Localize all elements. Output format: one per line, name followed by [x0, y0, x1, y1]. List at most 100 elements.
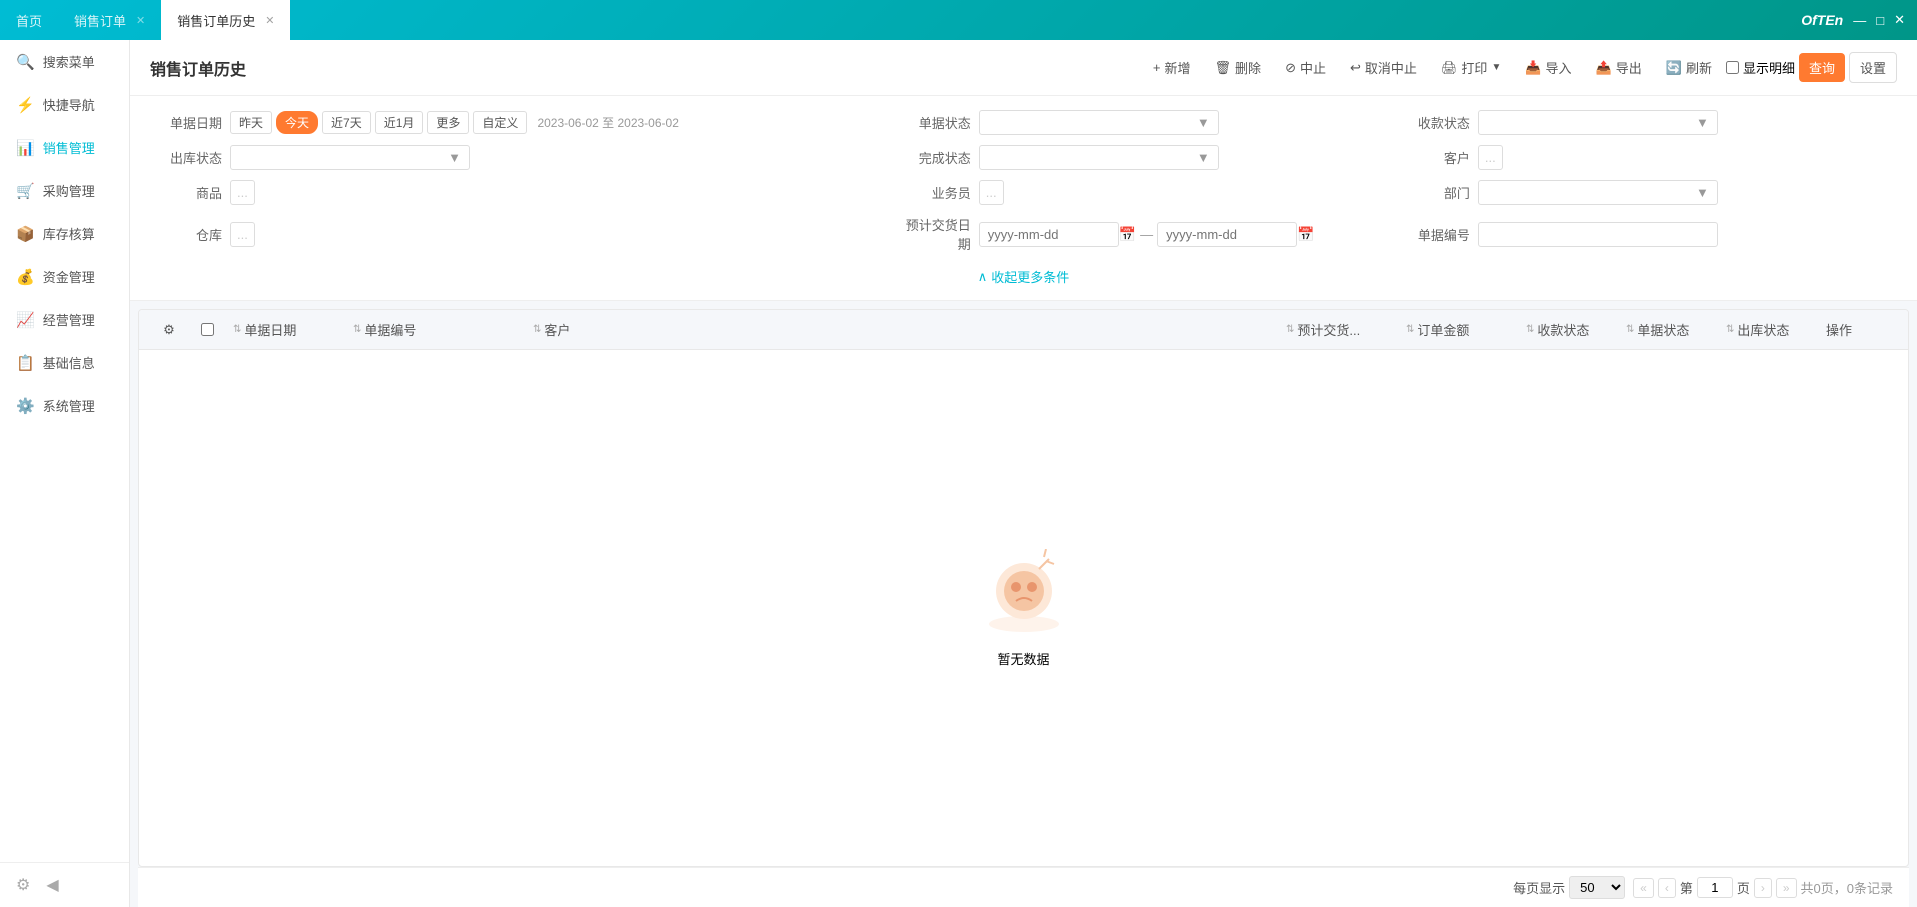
search-menu-icon: 🔍	[16, 53, 35, 71]
refresh-button[interactable]: 🔄 刷新	[1656, 53, 1722, 82]
date-last1month-btn[interactable]: 近1月	[375, 111, 424, 134]
print-button[interactable]: 🖨 打印 ▼	[1431, 53, 1511, 82]
th-doc-status[interactable]: ⇅ 单据状态	[1618, 320, 1718, 339]
inventory-icon: 📦	[16, 225, 35, 243]
customer-picker-btn[interactable]: ...	[1478, 145, 1503, 170]
date-more-btn[interactable]: 更多	[427, 111, 469, 134]
sidebar-item-sys-mgmt[interactable]: ⚙️ 系统管理	[0, 384, 129, 427]
cancel-stop-button[interactable]: ↩ 取消中止	[1340, 53, 1427, 82]
sidebar-item-purchase-mgmt[interactable]: 🛒 采购管理	[0, 169, 129, 212]
page-size-select[interactable]: 10 20 50 100	[1569, 876, 1625, 899]
date-range-separator: —	[1136, 227, 1157, 242]
sidebar-item-sales-mgmt[interactable]: 📊 销售管理	[0, 126, 129, 169]
date-last7-btn[interactable]: 近7天	[322, 111, 371, 134]
sort-icon-stock: ⇅	[1726, 324, 1734, 335]
th-receipt-status[interactable]: ⇅ 收款状态	[1518, 320, 1618, 339]
tab-home[interactable]: 首页	[0, 0, 58, 40]
sidebar-item-basic-info[interactable]: 📋 基础信息	[0, 341, 129, 384]
sidebar: 🔍 搜索菜单 ⚡ 快捷导航 📊 销售管理 🛒 采购管理 📦 库存核算 💰 资金管…	[0, 40, 130, 907]
quick-nav-icon: ⚡	[16, 96, 35, 114]
department-select[interactable]: ▼	[1478, 180, 1718, 205]
close-window-btn[interactable]: ✕	[1894, 12, 1905, 28]
main-layout: 🔍 搜索菜单 ⚡ 快捷导航 📊 销售管理 🛒 采购管理 📦 库存核算 💰 资金管…	[0, 40, 1917, 907]
department-dropdown-icon: ▼	[1696, 185, 1709, 200]
customer-label: 客户	[1398, 148, 1478, 167]
show-detail-checkbox[interactable]	[1726, 61, 1739, 74]
th-delivery[interactable]: ⇅ 预计交货...	[1278, 320, 1398, 339]
sidebar-item-quick-nav-label: 快捷导航	[43, 95, 95, 114]
th-operations: 操作	[1818, 320, 1898, 339]
delivery-date-to-calendar-icon[interactable]: 📅	[1297, 226, 1314, 243]
sidebar-item-operations[interactable]: 📈 经营管理	[0, 298, 129, 341]
maximize-btn[interactable]: □	[1876, 13, 1884, 28]
stock-status-label: 出库状态	[150, 148, 230, 167]
table-area: ⚙ ⇅ 单据日期 ⇅ 单据编号 ⇅ 客户 ⇅	[138, 309, 1909, 867]
new-button[interactable]: + 新增	[1143, 53, 1201, 82]
th-delivery-label: 预计交货...	[1297, 320, 1360, 339]
date-custom-btn[interactable]: 自定义	[473, 111, 527, 134]
product-picker-btn[interactable]: ...	[230, 180, 255, 205]
th-stock-status[interactable]: ⇅ 出库状态	[1718, 320, 1818, 339]
page-number-input[interactable]	[1697, 877, 1733, 898]
tab-sales-order[interactable]: 销售订单 ✕	[58, 0, 161, 40]
th-amount[interactable]: ⇅ 订单金额	[1398, 320, 1518, 339]
stop-button[interactable]: ⊘ 中止	[1275, 53, 1336, 82]
date-label: 单据日期	[150, 113, 230, 132]
sidebar-item-sys-mgmt-label: 系统管理	[43, 396, 95, 415]
sidebar-item-quick-nav[interactable]: ⚡ 快捷导航	[0, 83, 129, 126]
completion-status-dropdown-icon: ▼	[1197, 150, 1210, 165]
last-page-btn[interactable]: »	[1776, 878, 1797, 898]
show-detail-checkbox-container[interactable]: 显示明细	[1726, 58, 1795, 77]
doc-status-select[interactable]: ▼	[979, 110, 1219, 135]
bottom-collapse-icon[interactable]: ◀	[46, 875, 58, 895]
first-page-btn[interactable]: «	[1633, 878, 1654, 898]
prev-page-btn[interactable]: ‹	[1658, 878, 1676, 898]
tab-sales-order-history[interactable]: 销售订单历史 ✕	[161, 0, 290, 40]
date-filter-control: 昨天 今天 近7天 近1月 更多 自定义 2023-06-02 至 2023-0…	[230, 111, 899, 134]
date-range-display: 2023-06-02 至 2023-06-02	[537, 114, 678, 131]
th-settings[interactable]: ⚙	[149, 322, 189, 338]
date-yesterday-btn[interactable]: 昨天	[230, 111, 272, 134]
delete-button[interactable]: 🗑 删除	[1205, 53, 1272, 82]
collapse-filter-btn[interactable]: ∧ 收起更多条件	[150, 263, 1897, 286]
sidebar-item-search-menu[interactable]: 🔍 搜索菜单	[0, 40, 129, 83]
sidebar-item-inventory[interactable]: 📦 库存核算	[0, 212, 129, 255]
completion-status-label: 完成状态	[899, 148, 979, 167]
date-today-btn[interactable]: 今天	[276, 111, 318, 134]
th-receipt-label: 收款状态	[1537, 320, 1589, 339]
warehouse-picker-btn[interactable]: ...	[230, 222, 255, 247]
sidebar-bottom: ⚙ ◀	[0, 862, 129, 907]
bottom-settings-icon[interactable]: ⚙	[16, 875, 30, 895]
th-stock-label: 出库状态	[1737, 320, 1789, 339]
settings-col-icon: ⚙	[163, 322, 175, 338]
tab-sales-order-history-close[interactable]: ✕	[265, 14, 274, 27]
select-all-checkbox[interactable]	[201, 323, 214, 336]
filter-area: 单据日期 昨天 今天 近7天 近1月 更多 自定义 2023-06-02 至 2…	[130, 96, 1917, 301]
minimize-btn[interactable]: —	[1853, 13, 1866, 28]
delivery-date-from-calendar-icon[interactable]: 📅	[1119, 226, 1136, 243]
next-page-btn[interactable]: ›	[1754, 878, 1772, 898]
query-button[interactable]: 查询	[1799, 53, 1845, 82]
stop-label: 中止	[1300, 58, 1326, 77]
completion-status-select[interactable]: ▼	[979, 145, 1219, 170]
stock-status-select[interactable]: ▼	[230, 145, 470, 170]
th-date-label: 单据日期	[244, 320, 296, 339]
refresh-icon: 🔄	[1666, 60, 1682, 76]
tab-sales-order-close[interactable]: ✕	[136, 14, 145, 27]
salesperson-picker-btn[interactable]: ...	[979, 180, 1004, 205]
show-detail-label: 显示明细	[1743, 58, 1795, 77]
th-check[interactable]	[189, 323, 225, 336]
settings-button[interactable]: 设置	[1849, 52, 1897, 83]
th-customer[interactable]: ⇅ 客户	[525, 320, 1278, 339]
doc-number-input[interactable]	[1478, 222, 1718, 247]
th-docno[interactable]: ⇅ 单据编号	[345, 320, 525, 339]
delivery-date-from[interactable]	[979, 222, 1119, 247]
import-button[interactable]: 📥 导入	[1515, 53, 1581, 82]
receipt-status-select[interactable]: ▼	[1478, 110, 1718, 135]
export-button[interactable]: 📤 导出	[1586, 53, 1652, 82]
th-date[interactable]: ⇅ 单据日期	[225, 320, 345, 339]
basic-info-icon: 📋	[16, 354, 35, 372]
delivery-date-to[interactable]	[1157, 222, 1297, 247]
sidebar-item-finance[interactable]: 💰 资金管理	[0, 255, 129, 298]
brand-label: OfTEn	[1801, 12, 1843, 28]
